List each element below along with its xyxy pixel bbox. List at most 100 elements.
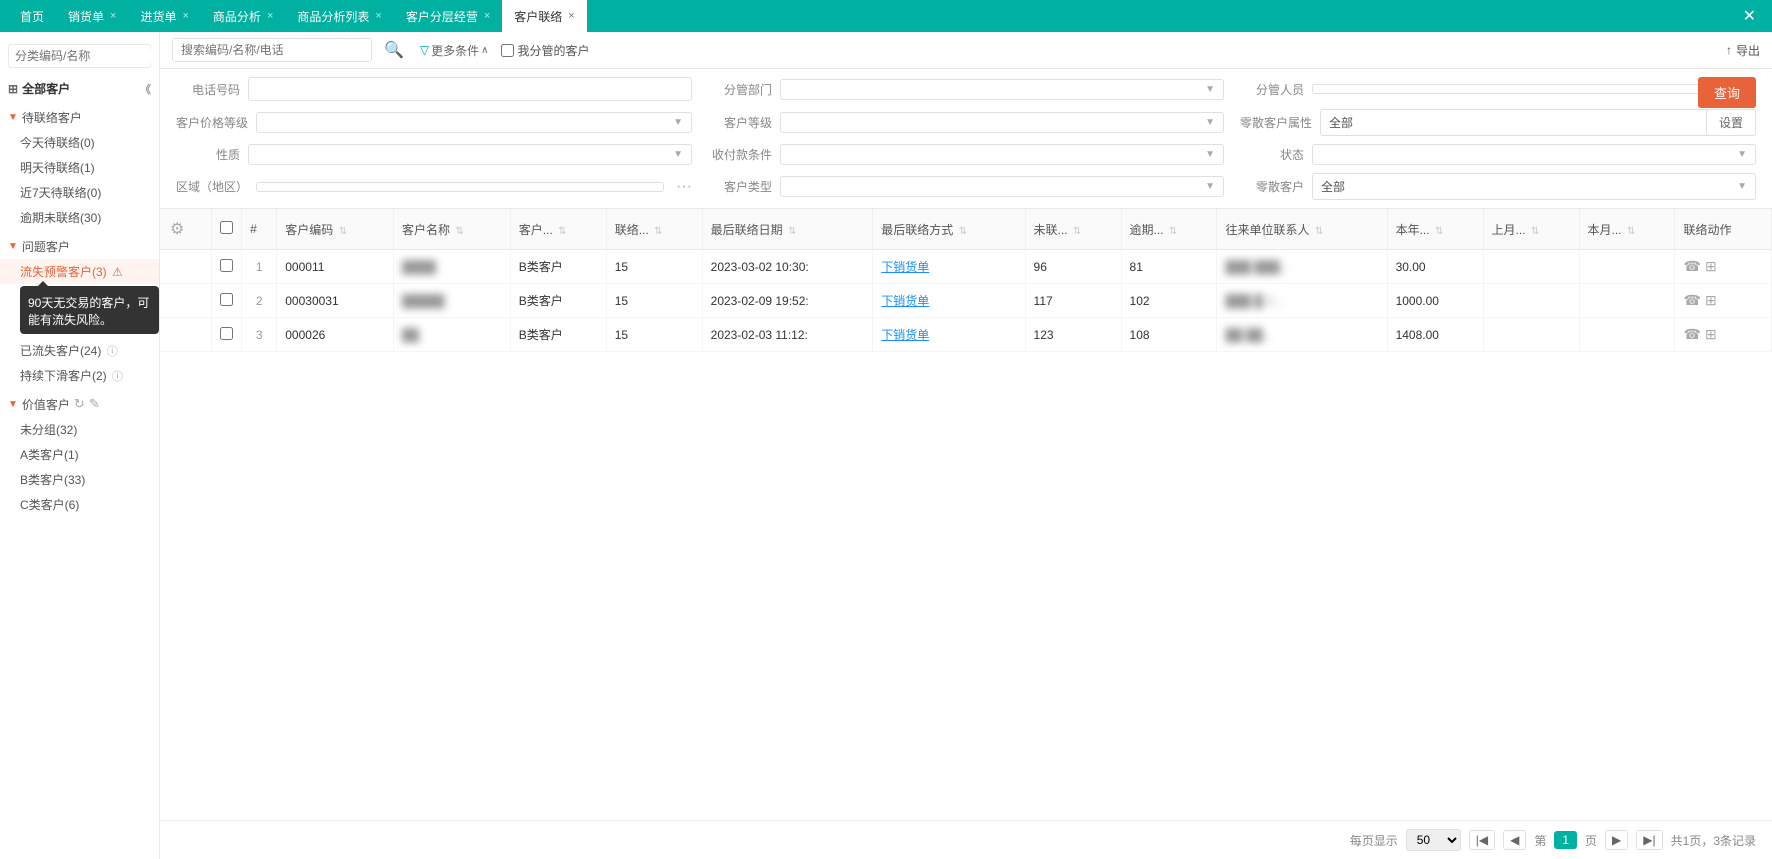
sidebar-all-customers[interactable]: ⊞ 全部客户 《 bbox=[0, 76, 159, 101]
per-page-select[interactable]: 50 100 200 bbox=[1406, 829, 1461, 851]
filter-search-button[interactable]: 🔍 bbox=[380, 40, 408, 60]
col-overdue[interactable]: 逾期... ⇅ bbox=[1121, 209, 1217, 250]
phone-input[interactable] bbox=[248, 77, 692, 101]
tab-sales-close[interactable]: × bbox=[110, 10, 116, 22]
customer-level-select[interactable]: ▼ bbox=[780, 112, 1224, 133]
row-last-method-cell[interactable]: 下销货单 bbox=[873, 250, 1025, 284]
next-page-btn[interactable]: ▶ bbox=[1605, 830, 1628, 850]
col-name[interactable]: 客户名称 ⇅ bbox=[393, 209, 510, 250]
filter-search-input[interactable] bbox=[172, 38, 372, 62]
sidebar-item-today[interactable]: 今天待联络(0) bbox=[0, 130, 159, 155]
action-more-icon[interactable]: ⊞ bbox=[1705, 326, 1717, 343]
area-select[interactable] bbox=[256, 182, 664, 192]
sidebar-item-overdue[interactable]: 逾期未联络(30) bbox=[0, 205, 159, 230]
sidebar-search-input[interactable] bbox=[15, 49, 160, 63]
col-type[interactable]: 客户... ⇅ bbox=[510, 209, 606, 250]
sidebar-group-problem-header[interactable]: ▼ 问题客户 bbox=[0, 234, 159, 259]
my-customers-checkbox[interactable] bbox=[501, 44, 514, 57]
sidebar-group-value-header[interactable]: ▼ 价值客户 ↻ ✎ bbox=[0, 392, 159, 417]
query-button[interactable]: 查询 bbox=[1698, 77, 1756, 108]
last-method-link[interactable]: 下销货单 bbox=[881, 260, 929, 274]
row-contact-cell: 15 bbox=[606, 250, 702, 284]
price-level-select[interactable]: ▼ bbox=[256, 112, 692, 133]
row-last-method-cell[interactable]: 下销货单 bbox=[873, 284, 1025, 318]
action-contact-icon[interactable]: ☎ bbox=[1683, 258, 1700, 275]
retail-select[interactable]: 全部 ▼ bbox=[1312, 173, 1756, 200]
row-check-cell[interactable] bbox=[212, 284, 242, 318]
status-select[interactable]: ▼ bbox=[1312, 144, 1756, 165]
payment-select[interactable]: ▼ bbox=[780, 144, 1224, 165]
tab-customer-segmentation-close[interactable]: × bbox=[484, 10, 490, 22]
edit-icon[interactable]: ✎ bbox=[89, 396, 100, 412]
last-page-btn[interactable]: ▶| bbox=[1636, 830, 1662, 850]
tab-customer-contact-close[interactable]: × bbox=[568, 10, 574, 22]
tab-customer-contact[interactable]: 客户联络 × bbox=[502, 0, 586, 32]
row-name-cell: ████ bbox=[393, 250, 510, 284]
tab-home[interactable]: 首页 bbox=[8, 0, 56, 32]
prev-page-btn[interactable]: ◀ bbox=[1503, 830, 1526, 850]
row-checkbox[interactable] bbox=[220, 327, 233, 340]
last-method-link[interactable]: 下销货单 bbox=[881, 294, 929, 308]
sort-icon-last-month: ⇅ bbox=[1531, 226, 1539, 237]
action-more-icon[interactable]: ⊞ bbox=[1705, 258, 1717, 275]
sidebar-item-b-class[interactable]: B类客户(33) bbox=[0, 467, 159, 492]
col-this-month[interactable]: 本月... ⇅ bbox=[1579, 209, 1675, 250]
sidebar-group-pending-header[interactable]: ▼ 待联络客户 bbox=[0, 105, 159, 130]
col-this-year[interactable]: 本年... ⇅ bbox=[1387, 209, 1483, 250]
col-uncontacted[interactable]: 未联... ⇅ bbox=[1025, 209, 1121, 250]
nature-select[interactable]: ▼ bbox=[248, 144, 692, 165]
sidebar-item-at-risk[interactable]: 流失预警客户(3) ⚠ bbox=[0, 259, 159, 284]
col-unit-contact[interactable]: 往来单位联系人 ⇅ bbox=[1217, 209, 1387, 250]
col-last-method[interactable]: 最后联络方式 ⇅ bbox=[873, 209, 1025, 250]
col-last-date[interactable]: 最后联络日期 ⇅ bbox=[702, 209, 873, 250]
tab-purchase-close[interactable]: × bbox=[182, 10, 188, 22]
area-more-btn[interactable]: ··· bbox=[676, 178, 692, 196]
action-contact-icon[interactable]: ☎ bbox=[1683, 326, 1700, 343]
more-conditions-button[interactable]: ▽ 更多条件 ∧ bbox=[416, 42, 493, 59]
window-close-button[interactable]: ✕ bbox=[1735, 6, 1764, 26]
sidebar-item-lost[interactable]: 已流失客户(24) ⓘ bbox=[0, 338, 159, 363]
column-settings-btn[interactable]: ⚙ bbox=[168, 217, 186, 241]
tab-goods-analysis[interactable]: 商品分析 × bbox=[201, 0, 285, 32]
tab-goods-analysis-table-close[interactable]: × bbox=[375, 10, 381, 22]
action-contact-icon[interactable]: ☎ bbox=[1683, 292, 1700, 309]
row-contact-cell: 15 bbox=[606, 284, 702, 318]
tab-customer-segmentation[interactable]: 客户分层经营 × bbox=[394, 0, 502, 32]
sidebar-item-unclassified[interactable]: 未分组(32) bbox=[0, 417, 159, 442]
sidebar-search-container[interactable]: 🔍 bbox=[8, 44, 151, 68]
sidebar-collapse-btn[interactable]: 《 bbox=[140, 81, 151, 97]
row-checkbox[interactable] bbox=[220, 259, 233, 272]
manager-select[interactable] bbox=[1312, 84, 1728, 94]
col-last-month[interactable]: 上月... ⇅ bbox=[1483, 209, 1579, 250]
tab-goods-analysis-table[interactable]: 商品分析列表 × bbox=[285, 0, 393, 32]
col-settings[interactable]: ⚙ bbox=[160, 209, 212, 250]
row-checkbox[interactable] bbox=[220, 293, 233, 306]
last-method-link[interactable]: 下销货单 bbox=[881, 328, 929, 342]
my-customers-checkbox-container[interactable]: 我分管的客户 bbox=[501, 42, 590, 59]
sidebar-item-7days[interactable]: 近7天待联络(0) bbox=[0, 180, 159, 205]
action-icons-container: ☎ ⊞ bbox=[1683, 326, 1763, 343]
sidebar-item-c-class[interactable]: C类客户(6) bbox=[0, 492, 159, 517]
export-button[interactable]: ↑ 导出 bbox=[1726, 42, 1760, 59]
select-all-checkbox[interactable] bbox=[220, 221, 233, 234]
sidebar-item-a-class[interactable]: A类客户(1) bbox=[0, 442, 159, 467]
settings-button[interactable]: 设置 bbox=[1706, 109, 1756, 136]
dept-select[interactable]: ▼ bbox=[780, 79, 1224, 100]
sidebar-item-downturn[interactable]: 持续下滑客户(2) ⓘ bbox=[0, 363, 159, 388]
tab-sales[interactable]: 销货单 × bbox=[56, 0, 128, 32]
col-check[interactable] bbox=[212, 209, 242, 250]
retail-label: 零散客户 bbox=[1240, 178, 1304, 195]
col-code[interactable]: 客户编码 ⇅ bbox=[277, 209, 394, 250]
sidebar-item-tomorrow[interactable]: 明天待联络(1) bbox=[0, 155, 159, 180]
col-contact[interactable]: 联络... ⇅ bbox=[606, 209, 702, 250]
refresh-icon[interactable]: ↻ bbox=[74, 396, 85, 412]
row-check-cell[interactable] bbox=[212, 318, 242, 352]
row-last-method-cell[interactable]: 下销货单 bbox=[873, 318, 1025, 352]
zero-attrib-select[interactable]: 全部 ▼ bbox=[1320, 109, 1756, 136]
first-page-btn[interactable]: |◀ bbox=[1469, 830, 1495, 850]
customer-type-select[interactable]: ▼ bbox=[780, 176, 1224, 197]
row-check-cell[interactable] bbox=[212, 250, 242, 284]
action-more-icon[interactable]: ⊞ bbox=[1705, 292, 1717, 309]
tab-purchase[interactable]: 进货单 × bbox=[128, 0, 200, 32]
tab-goods-analysis-close[interactable]: × bbox=[267, 10, 273, 22]
